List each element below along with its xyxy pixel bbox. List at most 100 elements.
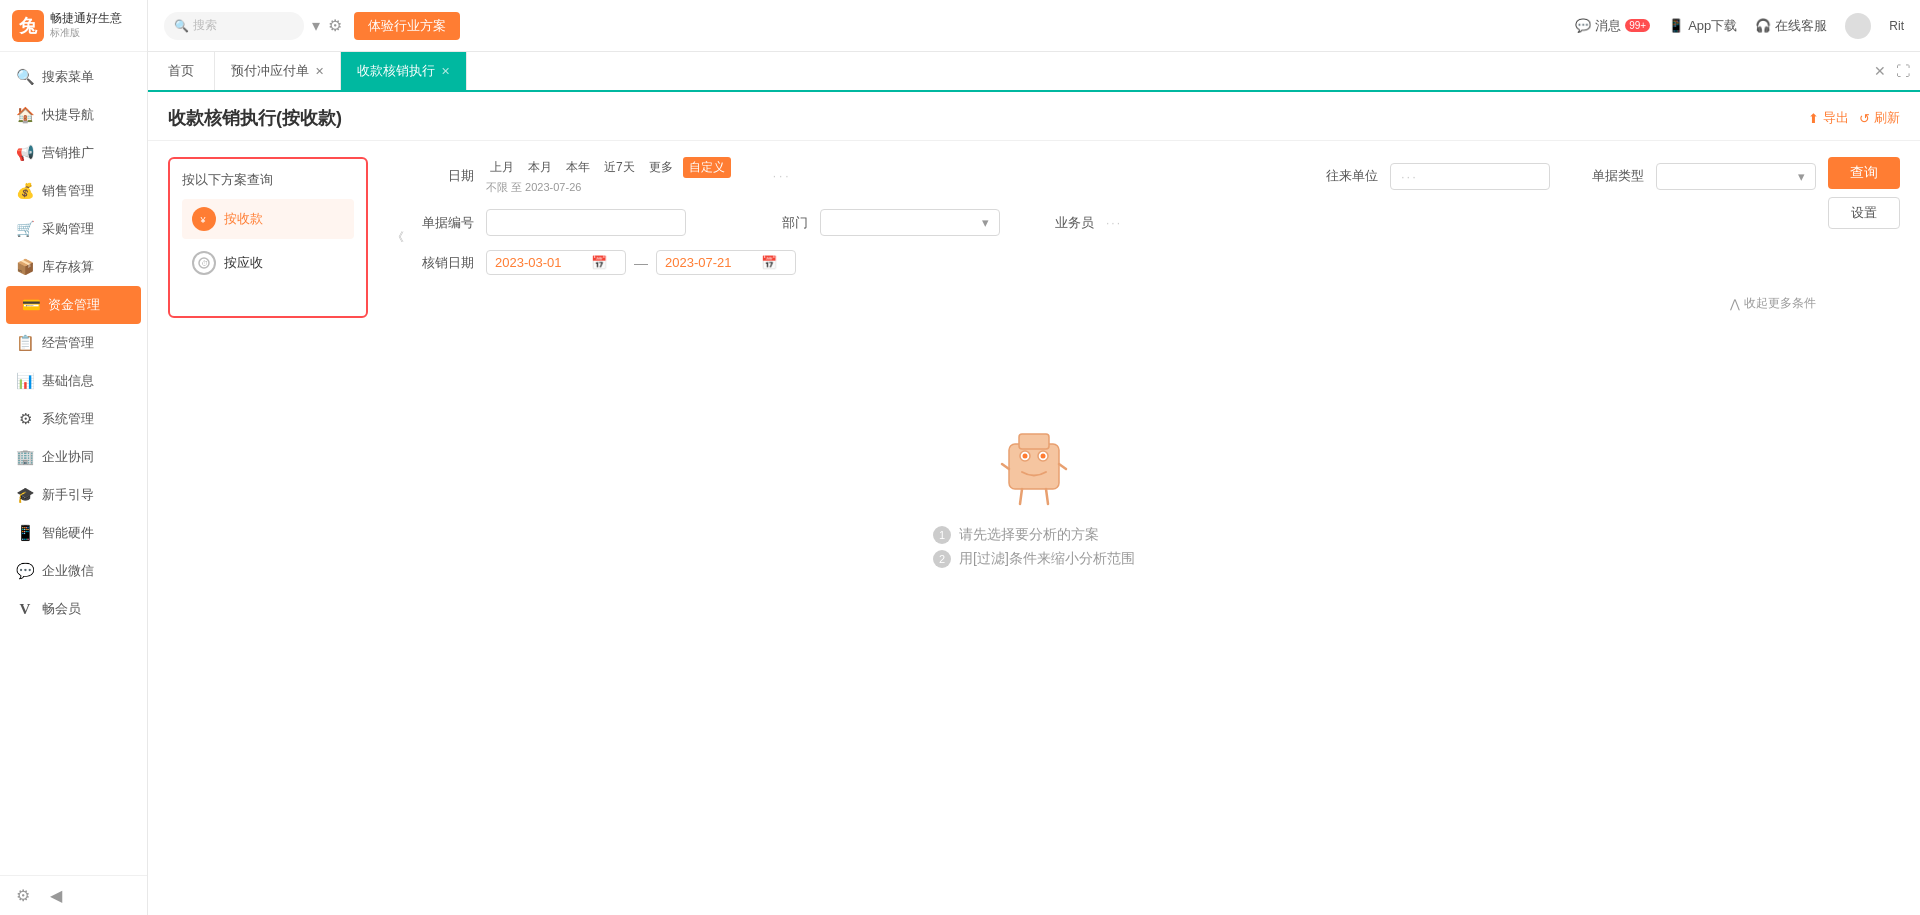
- tab-close-collection[interactable]: ✕: [441, 65, 450, 78]
- svg-text:¥: ¥: [200, 215, 207, 225]
- query-type-receipt-label: 按收款: [224, 210, 263, 228]
- tab-home[interactable]: 首页: [148, 52, 215, 90]
- sidebar-item-label-system: 系统管理: [42, 410, 94, 428]
- filter-row-1-wrap: 日期 上月 本月 本年 近7天 更多 自定义: [418, 157, 1900, 318]
- doc-type-label: 单据类型: [1574, 167, 1644, 185]
- sidebar-menu: 🔍 搜索菜单 🏠 快捷导航 📢 营销推广 💰 销售管理 🛒 采购管理 📦 库存核…: [0, 52, 147, 875]
- dept-chevron-icon: ▾: [982, 215, 989, 230]
- calendar-end-icon[interactable]: 📅: [761, 255, 777, 270]
- header-gear-icon[interactable]: ▾: [312, 16, 320, 35]
- counterparty-dots2: ···: [1401, 169, 1418, 184]
- messages-button[interactable]: 💬 消息 99+: [1575, 17, 1650, 35]
- collapse-sidebar-icon[interactable]: ◀: [50, 886, 62, 905]
- dept-select[interactable]: ▾: [820, 209, 1000, 236]
- page-inner: 收款核销执行(按收款) ⬆ 导出 ↺ 刷新 按以下方案查询: [148, 92, 1920, 915]
- sidebar-item-marketing[interactable]: 📢 营销推广: [0, 134, 147, 172]
- sidebar-item-label-purchase: 采购管理: [42, 220, 94, 238]
- svg-rect-4: [1009, 444, 1059, 489]
- sidebar-item-shortcut[interactable]: 🏠 快捷导航: [0, 96, 147, 134]
- header-search-box[interactable]: 🔍 搜索: [164, 12, 304, 40]
- message-icon: 💬: [1575, 18, 1591, 33]
- tab-spacer: [467, 52, 1874, 90]
- writeoff-start-input[interactable]: [495, 255, 585, 270]
- refresh-button[interactable]: ↺ 刷新: [1859, 109, 1900, 127]
- sidebar-item-label-wechat: 企业微信: [42, 562, 94, 580]
- settings-button[interactable]: 设置: [1828, 197, 1900, 229]
- svg-text:⏱: ⏱: [201, 260, 208, 267]
- export-button[interactable]: ⬆ 导出: [1808, 109, 1849, 127]
- collapse-panel-button[interactable]: 《: [388, 218, 408, 258]
- counterparty-input[interactable]: ···: [1390, 163, 1550, 190]
- svg-line-11: [1059, 464, 1066, 469]
- sidebar-item-member[interactable]: V 畅会员: [0, 590, 147, 628]
- sidebar-item-purchase[interactable]: 🛒 采购管理: [0, 210, 147, 248]
- filter-row-date: 日期 上月 本月 本年 近7天 更多 自定义: [418, 157, 1816, 195]
- date-range-separator: —: [634, 255, 648, 271]
- query-type-by-receipt[interactable]: ¥ 按收款: [182, 199, 354, 239]
- by-receipt-icon: ¥: [192, 207, 216, 231]
- doc-no-input[interactable]: [486, 209, 686, 236]
- tab-prepay[interactable]: 预付冲应付单 ✕: [215, 52, 341, 90]
- refresh-label: 刷新: [1874, 109, 1900, 127]
- page-content: 收款核销执行(按收款) ⬆ 导出 ↺ 刷新 按以下方案查询: [148, 92, 1920, 915]
- tab-close-prepay[interactable]: ✕: [315, 65, 324, 78]
- app-name: 畅捷通好生意: [50, 11, 122, 27]
- settings-icon[interactable]: ⚙: [16, 886, 30, 905]
- sidebar: 兔 畅捷通好生意 标准版 🔍 搜索菜单 🏠 快捷导航 📢 营销推广 💰 销售管理…: [0, 0, 148, 915]
- finance-icon: 💳: [22, 296, 40, 314]
- close-window-icon[interactable]: ✕: [1874, 63, 1886, 79]
- sidebar-logo: 兔 畅捷通好生意 标准版: [0, 0, 147, 52]
- operation-icon: 📋: [16, 334, 34, 352]
- writeoff-date-label: 核销日期: [418, 254, 474, 272]
- calendar-start-icon[interactable]: 📅: [591, 255, 607, 270]
- sidebar-item-sales[interactable]: 💰 销售管理: [0, 172, 147, 210]
- settings-gear-icon[interactable]: ⚙: [328, 16, 342, 35]
- sidebar-item-collab[interactable]: 🏢 企业协同: [0, 438, 147, 476]
- tip-number-2: 2: [933, 550, 951, 568]
- sidebar-item-label-finance: 资金管理: [48, 296, 100, 314]
- date-more[interactable]: 更多: [645, 157, 677, 178]
- date-this-month[interactable]: 本月: [524, 157, 556, 178]
- online-service-button[interactable]: 🎧 在线客服: [1755, 17, 1827, 35]
- home-icon: 🏠: [16, 106, 34, 124]
- date-this-year[interactable]: 本年: [562, 157, 594, 178]
- main-area: 🔍 搜索 ▾ ⚙ 体验行业方案 💬 消息 99+ 📱 App下载 🎧 在线客服: [148, 0, 1920, 915]
- page-title-actions: ⬆ 导出 ↺ 刷新: [1808, 109, 1900, 127]
- dept-label: 部门: [728, 214, 808, 232]
- date-last-month[interactable]: 上月: [486, 157, 518, 178]
- tab-home-label: 首页: [168, 62, 194, 80]
- page-title-bar: 收款核销执行(按收款) ⬆ 导出 ↺ 刷新: [148, 92, 1920, 141]
- sidebar-item-guide[interactable]: 🎓 新手引导: [0, 476, 147, 514]
- query-type-by-receivable[interactable]: ⏱ 按应收: [182, 243, 354, 283]
- collapse-more-btn[interactable]: ⋀ 收起更多条件: [418, 289, 1816, 318]
- app-download-button[interactable]: 📱 App下载: [1668, 17, 1737, 35]
- message-count-badge: 99+: [1625, 19, 1650, 32]
- writeoff-end-input[interactable]: [665, 255, 755, 270]
- sidebar-item-wechat[interactable]: 💬 企业微信: [0, 552, 147, 590]
- sidebar-item-search[interactable]: 🔍 搜索菜单: [0, 58, 147, 96]
- online-service-label: 在线客服: [1775, 17, 1827, 35]
- solution-button[interactable]: 体验行业方案: [354, 12, 460, 40]
- app-icon: 📱: [1668, 18, 1684, 33]
- sidebar-item-finance[interactable]: 💳 资金管理: [6, 286, 141, 324]
- sidebar-item-hardware[interactable]: 📱 智能硬件: [0, 514, 147, 552]
- sidebar-item-system[interactable]: ⚙ 系统管理: [0, 400, 147, 438]
- doc-type-select[interactable]: ▾: [1656, 163, 1816, 190]
- sidebar-item-operation[interactable]: 📋 经营管理: [0, 324, 147, 362]
- filter-area: 按以下方案查询 ¥ 按收款: [148, 141, 1920, 334]
- empty-state: 1 请先选择要分析的方案 2 用[过滤]条件来缩小分析范围: [148, 334, 1920, 608]
- query-button[interactable]: 查询: [1828, 157, 1900, 189]
- search-placeholder: 搜索: [193, 17, 217, 34]
- sidebar-item-label-sales: 销售管理: [42, 182, 94, 200]
- sidebar-item-basic[interactable]: 📊 基础信息: [0, 362, 147, 400]
- collapse-more-label: 收起更多条件: [1744, 295, 1816, 312]
- sidebar-item-label-search: 搜索菜单: [42, 68, 94, 86]
- tab-collection[interactable]: 收款核销执行 ✕: [341, 52, 467, 90]
- maximize-window-icon[interactable]: ⛶: [1896, 63, 1910, 79]
- date-7days[interactable]: 近7天: [600, 157, 639, 178]
- search-icon-header: 🔍: [174, 19, 189, 33]
- sidebar-item-inventory[interactable]: 📦 库存核算: [0, 248, 147, 286]
- date-label: 日期: [418, 167, 474, 185]
- query-type-receivable-label: 按应收: [224, 254, 263, 272]
- date-custom[interactable]: 自定义: [683, 157, 731, 178]
